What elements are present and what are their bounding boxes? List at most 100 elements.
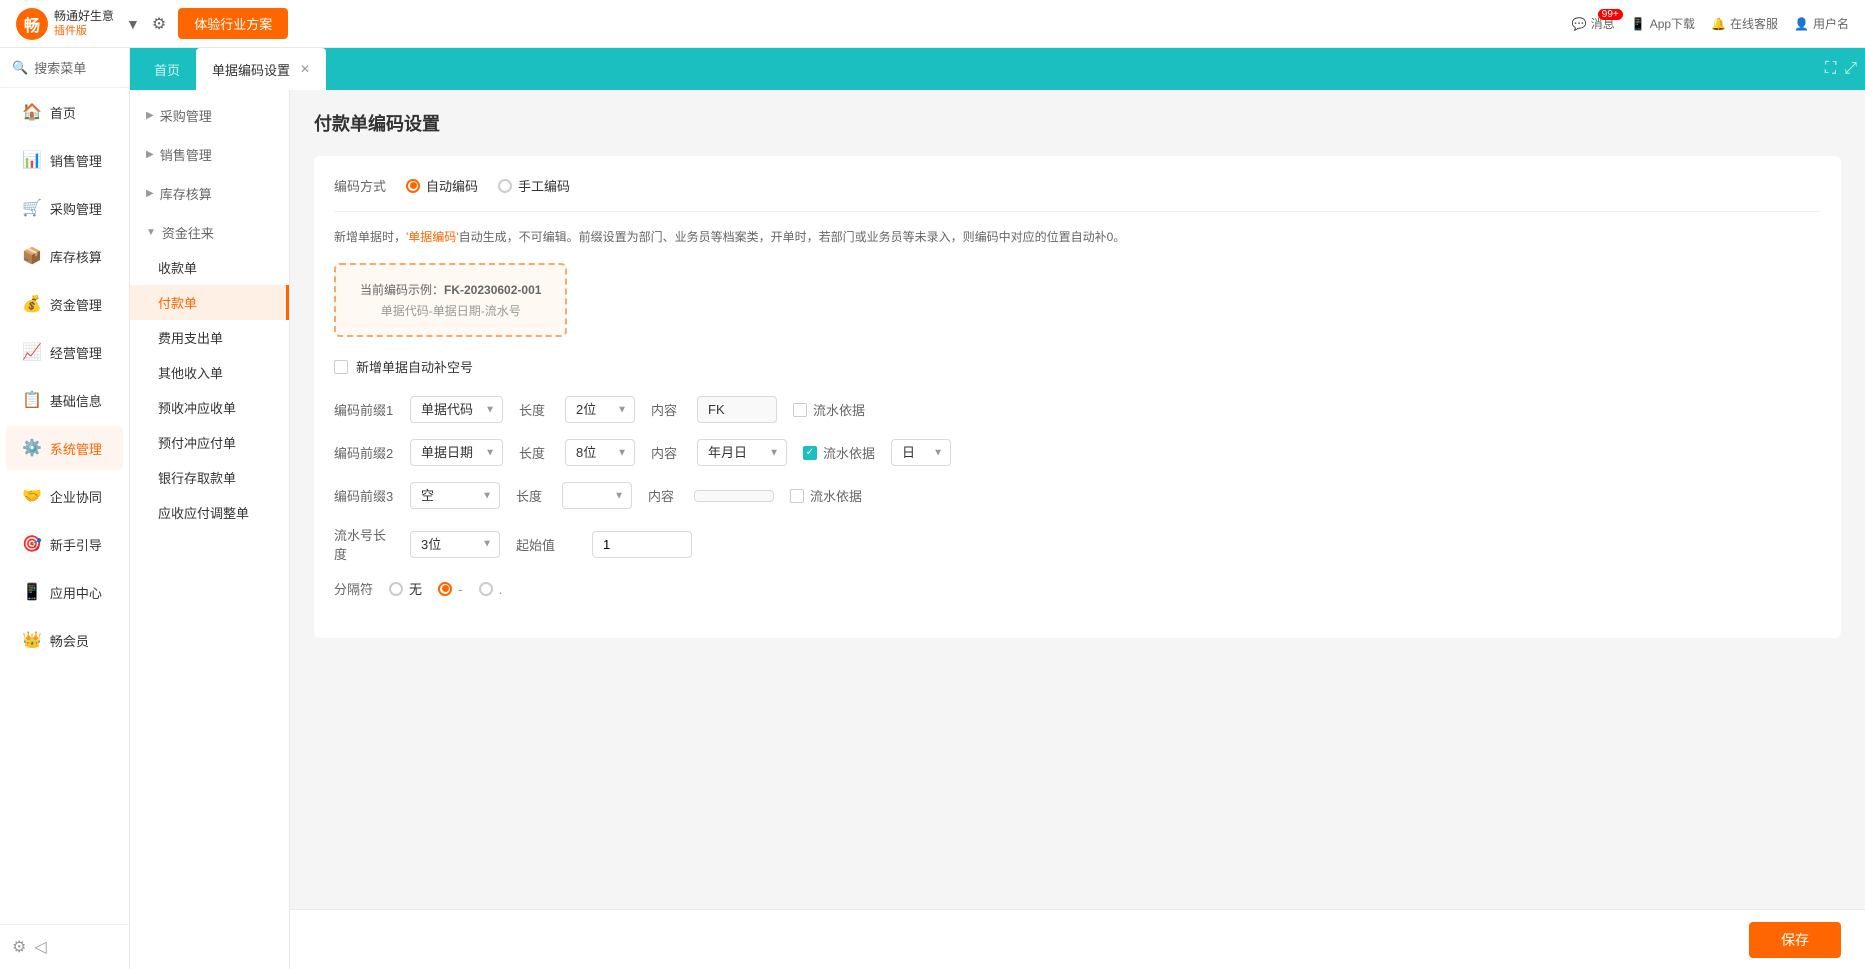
sidebar-item-enterprise[interactable]: 🤝 企业协同 [6, 474, 123, 518]
sidebar-item-member[interactable]: 👑 畅会员 [6, 618, 123, 662]
subgroup-inventory-header[interactable]: ▶ 库存核算 [130, 176, 289, 211]
user-avatar[interactable]: 👤 用户名 [1794, 15, 1849, 32]
serial2-unit-select[interactable]: 日 [891, 439, 951, 466]
newguide-icon: 🎯 [22, 534, 42, 554]
app-download-button[interactable]: 📱 App下载 [1631, 15, 1695, 32]
save-button[interactable]: 保存 [1749, 922, 1841, 958]
online-service-button[interactable]: 🔔 在线客服 [1711, 15, 1778, 32]
tab-close-button[interactable]: ✕ [300, 62, 310, 76]
sidebar-item-inventory[interactable]: 📦 库存核算 [6, 234, 123, 278]
content3-value [694, 490, 774, 502]
sep-dot-radio[interactable] [479, 582, 493, 596]
manual-encode-option[interactable]: 手工编码 [498, 176, 570, 195]
auto-fill-label: 新增单据自动补空号 [356, 357, 473, 376]
subitem-expense[interactable]: 费用支出单 [130, 320, 289, 355]
sidebar-item-finance[interactable]: 💰 资金管理 [6, 282, 123, 326]
expand-arrow-button[interactable]: ▼ [126, 16, 140, 32]
subgroup-inventory: ▶ 库存核算 [130, 176, 289, 211]
sep-dot-option[interactable]: . [479, 581, 503, 597]
serial1-checkbox[interactable] [793, 403, 807, 417]
length2-select[interactable]: 8位 [565, 439, 635, 466]
sidebar-item-basic[interactable]: 📋 基础信息 [6, 378, 123, 422]
sep-dash-option[interactable]: - [438, 581, 463, 597]
message-icon: 💬 [1572, 17, 1587, 31]
sidebar-item-sales[interactable]: 📊 销售管理 [6, 138, 123, 182]
content2-select[interactable]: 年月日 [697, 439, 787, 466]
sep-none-label: 无 [409, 579, 422, 598]
sales-arrow: ▶ [146, 149, 154, 160]
prefix2-select[interactable]: 单据日期 [410, 439, 503, 466]
flow-length-label: 流水号长度 [334, 525, 394, 563]
flow-length-select[interactable]: 3位 [410, 531, 500, 558]
sidebar-search[interactable]: 🔍 搜索菜单 [0, 48, 129, 88]
prefix3-select[interactable]: 空 [410, 482, 500, 509]
tab-home[interactable]: 首页 [138, 48, 196, 90]
tab-fullscreen-icon[interactable]: ⤢ [1844, 60, 1857, 78]
topbar-left: 畅 畅通好生意 插件版 ▼ ⚙ 体验行业方案 [16, 8, 288, 40]
manual-encode-radio[interactable] [498, 179, 512, 193]
tab-serial-label: 单据编码设置 [212, 60, 290, 79]
subitem-advance-receivable[interactable]: 预收冲应收单 [130, 390, 289, 425]
settings-button[interactable]: ⚙ [12, 937, 26, 957]
length1-select[interactable]: 2位 [565, 396, 635, 423]
logo-main: 畅通好生意 [54, 9, 114, 25]
subitem-receipt[interactable]: 收款单 [130, 250, 289, 285]
flow-row: 流水号长度 3位 ▼ 起始值 [334, 525, 1821, 563]
subitem-bank-deposit[interactable]: 银行存取款单 [130, 460, 289, 495]
sidebar-item-appcenter[interactable]: 📱 应用中心 [6, 570, 123, 614]
code-preview-value: FK-20230602-001 [444, 283, 541, 297]
appcenter-icon: 📱 [22, 582, 42, 602]
sep-none-radio[interactable] [389, 582, 403, 596]
message-badge: 99+ [1598, 9, 1623, 20]
sep-none-option[interactable]: 无 [389, 579, 422, 598]
trial-button[interactable]: 体验行业方案 [178, 8, 288, 39]
sidebar-label-home: 首页 [50, 103, 76, 122]
tab-serial-setting[interactable]: 单据编码设置 ✕ [196, 48, 326, 90]
subitem-other-income[interactable]: 其他收入单 [130, 355, 289, 390]
sidebar-label-sales: 销售管理 [50, 151, 102, 170]
start-value-input[interactable] [592, 531, 692, 558]
manual-encode-label: 手工编码 [518, 176, 570, 195]
auto-encode-dot [410, 182, 417, 189]
sidebar-item-system[interactable]: ⚙️ 系统管理 [6, 426, 123, 470]
length1-label: 长度 [519, 400, 549, 419]
sidebar-item-purchase[interactable]: 🛒 采购管理 [6, 186, 123, 230]
subitem-payment[interactable]: 付款单 [130, 285, 289, 320]
serial3-wrap: 流水依据 [790, 486, 862, 505]
sidebar: 🔍 搜索菜单 🏠 首页 📊 销售管理 🛒 采购管理 📦 库存核算 💰 资金管理 … [0, 48, 130, 969]
search-label: 搜索菜单 [34, 58, 86, 77]
prefix2-row: 编码前缀2 单据日期 ▼ 长度 8位 [334, 439, 1821, 466]
settings-gear-button[interactable]: ⚙ [152, 14, 166, 34]
finance-icon: 💰 [22, 294, 42, 314]
serial2-checkbox[interactable]: ✓ [803, 446, 817, 460]
auto-fill-checkbox[interactable] [334, 360, 348, 374]
message-button[interactable]: 💬 消息 99+ [1572, 15, 1615, 32]
prefix1-select[interactable]: 单据代码 [410, 396, 503, 423]
avatar-icon: 👤 [1794, 17, 1809, 31]
subgroup-purchase-header[interactable]: ▶ 采购管理 [130, 98, 289, 133]
code-preview-label: 当前编码示例：FK-20230602-001 [360, 281, 541, 298]
main-content: 付款单编码设置 编码方式 自动编码 [290, 90, 1865, 909]
auto-encode-option[interactable]: 自动编码 [406, 176, 478, 195]
length3-label: 长度 [516, 486, 546, 505]
finance-arrow: ▼ [146, 227, 156, 238]
sep-dash-radio[interactable] [438, 582, 452, 596]
subgroup-sales-header[interactable]: ▶ 销售管理 [130, 137, 289, 172]
length3-select[interactable] [562, 482, 632, 509]
sidebar-label-member: 畅会员 [50, 631, 89, 650]
sidebar-item-newguide[interactable]: 🎯 新手引导 [6, 522, 123, 566]
subgroup-inventory-label: 库存核算 [160, 184, 212, 203]
subitem-receivable-adjust[interactable]: 应收应付调整单 [130, 495, 289, 530]
auto-encode-radio[interactable] [406, 179, 420, 193]
tab-expand-icon[interactable]: ⛶ [1825, 60, 1836, 78]
subgroup-finance-header[interactable]: ▼ 资金往来 [130, 215, 289, 250]
tab-nav-right: ⛶ ⤢ [1825, 60, 1857, 78]
serial3-checkbox[interactable] [790, 489, 804, 503]
tab-nav: 首页 单据编码设置 ✕ ⛶ ⤢ [130, 48, 1865, 90]
bottom-bar: 保存 [290, 909, 1865, 969]
content1-value: FK [697, 396, 777, 423]
sidebar-item-operation[interactable]: 📈 经营管理 [6, 330, 123, 374]
sidebar-item-home[interactable]: 🏠 首页 [6, 90, 123, 134]
collapse-button[interactable]: ◁ [34, 937, 46, 957]
subitem-advance-payable[interactable]: 预付冲应付单 [130, 425, 289, 460]
